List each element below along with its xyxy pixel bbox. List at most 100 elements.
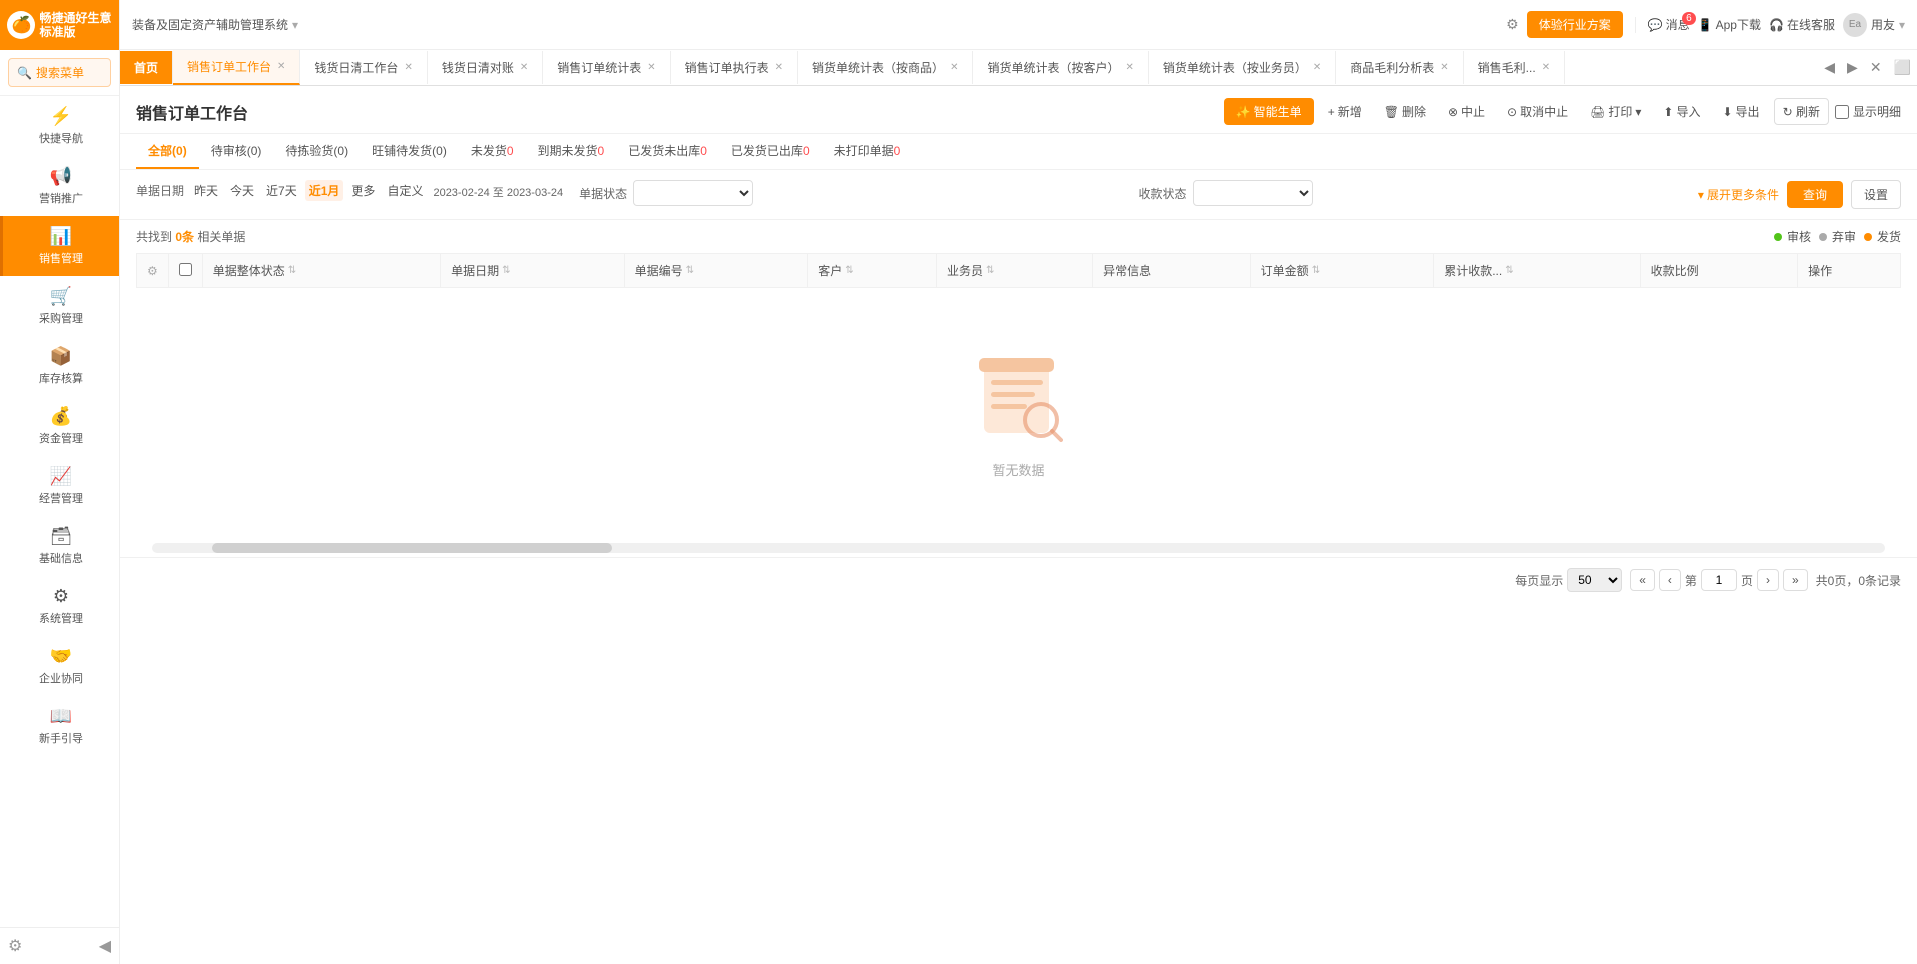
online-service-button[interactable]: 🎧 在线客服 bbox=[1769, 16, 1835, 33]
cancel-review-action-button[interactable]: 弃审 bbox=[1819, 228, 1856, 245]
sidebar-item-finance[interactable]: 💰 资金管理 bbox=[0, 396, 119, 456]
tab-close-icon[interactable]: ✕ bbox=[1313, 62, 1321, 73]
sub-tab-all[interactable]: 全部(0) bbox=[136, 134, 199, 169]
tab-close-icon[interactable]: ✕ bbox=[1542, 62, 1550, 73]
prev-page-button[interactable]: ‹ bbox=[1659, 569, 1681, 591]
tab-sales-stat[interactable]: 销售订单统计表 ✕ bbox=[543, 51, 670, 84]
delete-button[interactable]: 🗑 删除 bbox=[1376, 99, 1434, 124]
filter-expand-btn[interactable]: ▾ 展开更多条件 bbox=[1698, 186, 1779, 203]
next-page-button[interactable]: › bbox=[1757, 569, 1779, 591]
tab-cash-reconcile[interactable]: 钱货日清对账 ✕ bbox=[428, 51, 543, 84]
sidebar-item-quick-nav[interactable]: ⚡ 快捷导航 bbox=[0, 96, 119, 156]
add-button[interactable]: + 新增 bbox=[1320, 99, 1370, 124]
export-button[interactable]: ⬇ 导出 bbox=[1714, 99, 1767, 124]
filter-today-btn[interactable]: 今天 bbox=[226, 180, 258, 201]
tab-close-icon[interactable]: ✕ bbox=[1125, 62, 1133, 73]
search-menu-button[interactable]: 🔍 搜索菜单 bbox=[8, 58, 111, 87]
sidebar-collapse-button[interactable]: ◀ bbox=[99, 936, 111, 956]
sort-cumulative[interactable]: 累计收款... ⇅ bbox=[1444, 262, 1629, 279]
filter-settings-button[interactable]: 设置 bbox=[1851, 180, 1901, 209]
tab-home[interactable]: 首页 bbox=[120, 51, 173, 84]
sort-status[interactable]: 单据整体状态 ⇅ bbox=[213, 262, 430, 279]
sort-date[interactable]: 单据日期 ⇅ bbox=[451, 262, 614, 279]
settings-button[interactable]: ⚙ bbox=[1506, 16, 1519, 33]
sidebar-item-basic-info[interactable]: 🗃 基础信息 bbox=[0, 516, 119, 576]
sidebar-item-guide[interactable]: 📖 新手引导 bbox=[0, 696, 119, 756]
sub-tab-shipped-out[interactable]: 已发货已出库0 bbox=[719, 134, 822, 169]
tab-close-icon[interactable]: ✕ bbox=[1440, 62, 1448, 73]
tab-close-all-button[interactable]: ✕ bbox=[1864, 55, 1888, 80]
table-settings-col[interactable]: ⚙ bbox=[137, 254, 169, 288]
cancel-suspend-button[interactable]: ⊙ 取消中止 bbox=[1499, 99, 1576, 124]
mobile-icon: 📱 bbox=[1698, 18, 1713, 32]
tab-sales-more[interactable]: 销售毛利... ✕ bbox=[1464, 51, 1565, 84]
tab-close-icon[interactable]: ✕ bbox=[775, 62, 783, 73]
sub-tab-overdue-unshipped[interactable]: 到期未发货0 bbox=[526, 134, 617, 169]
refresh-button[interactable]: ↻ 刷新 bbox=[1774, 98, 1829, 125]
tab-close-icon[interactable]: ✕ bbox=[647, 62, 655, 73]
sidebar-item-sales[interactable]: 📊 销售管理 bbox=[0, 216, 119, 276]
horizontal-scroll-track[interactable] bbox=[152, 543, 1885, 553]
first-page-button[interactable]: « bbox=[1630, 569, 1655, 591]
tab-close-icon[interactable]: ✕ bbox=[404, 62, 412, 73]
show-detail-checkbox[interactable] bbox=[1835, 105, 1849, 119]
sub-tab-label: 已发货已出库 bbox=[731, 144, 803, 158]
filter-last7-btn[interactable]: 近7天 bbox=[262, 180, 301, 201]
ship-action-button[interactable]: 发货 bbox=[1864, 228, 1901, 245]
tab-next-button[interactable]: ▶ bbox=[1841, 55, 1864, 80]
result-count-num: 0条 bbox=[175, 230, 194, 244]
sidebar-settings-button[interactable]: ⚙ bbox=[8, 936, 22, 956]
review-action-button[interactable]: 审核 bbox=[1774, 228, 1811, 245]
show-detail-toggle[interactable]: 显示明细 bbox=[1835, 103, 1901, 120]
sub-tab-not-shipped[interactable]: 未发货0 bbox=[459, 134, 526, 169]
import-button[interactable]: ⬆ 导入 bbox=[1655, 99, 1708, 124]
industry-solution-button[interactable]: 体验行业方案 bbox=[1527, 11, 1623, 38]
sidebar-item-system[interactable]: ⚙ 系统管理 bbox=[0, 576, 119, 636]
suspend-button[interactable]: ⊗ 中止 bbox=[1440, 99, 1493, 124]
sub-tab-shipped-not-out[interactable]: 已发货未出库0 bbox=[616, 134, 719, 169]
sidebar-item-enterprise[interactable]: 🤝 企业协同 bbox=[0, 636, 119, 696]
sub-tab-not-printed[interactable]: 未打印单据0 bbox=[822, 134, 913, 169]
tab-sales-by-staff[interactable]: 销货单统计表（按业务员） ✕ bbox=[1149, 51, 1336, 84]
sort-amount[interactable]: 订单金额 ⇅ bbox=[1261, 262, 1424, 279]
filter-collection-select[interactable] bbox=[1193, 180, 1313, 206]
filter-status-select[interactable] bbox=[633, 180, 753, 206]
filter-custom-btn[interactable]: 自定义 bbox=[383, 180, 427, 201]
tab-gross-profit[interactable]: 商品毛利分析表 ✕ bbox=[1336, 51, 1463, 84]
tab-sales-by-customer[interactable]: 销货单统计表（按客户） ✕ bbox=[973, 51, 1148, 84]
sidebar-item-label: 采购管理 bbox=[39, 310, 83, 326]
filter-more-btn[interactable]: 更多 bbox=[347, 180, 379, 201]
tab-prev-button[interactable]: ◀ bbox=[1818, 55, 1841, 80]
tab-sales-exec[interactable]: 销售订单执行表 ✕ bbox=[671, 51, 798, 84]
sort-customer[interactable]: 客户 ⇅ bbox=[818, 262, 926, 279]
last-page-button[interactable]: » bbox=[1783, 569, 1808, 591]
tab-sales-workbench[interactable]: 销售订单工作台 ✕ bbox=[173, 50, 300, 85]
tab-close-icon[interactable]: ✕ bbox=[520, 62, 528, 73]
tab-sales-by-product[interactable]: 销货单统计表（按商品） ✕ bbox=[798, 51, 973, 84]
filter-last1m-btn[interactable]: 近1月 bbox=[305, 180, 344, 201]
query-button[interactable]: 查询 bbox=[1787, 181, 1843, 208]
print-icon: 🖨 bbox=[1590, 105, 1605, 119]
sub-tab-wangpu-pending[interactable]: 旺铺待发货(0) bbox=[360, 134, 459, 169]
sidebar-item-operation[interactable]: 📈 经营管理 bbox=[0, 456, 119, 516]
page-number-input[interactable] bbox=[1701, 569, 1737, 591]
sub-tab-pending-review[interactable]: 待审核(0) bbox=[199, 134, 274, 169]
select-all-checkbox[interactable] bbox=[179, 263, 192, 276]
tab-maximize-button[interactable]: ⬜ bbox=[1888, 55, 1917, 80]
app-download-button[interactable]: 📱 App下载 bbox=[1698, 16, 1761, 33]
tab-close-icon[interactable]: ✕ bbox=[950, 62, 958, 73]
sidebar-item-marketing[interactable]: 📢 营销推广 bbox=[0, 156, 119, 216]
tab-close-icon[interactable]: ✕ bbox=[277, 61, 285, 72]
tab-cash-clear[interactable]: 钱货日清工作台 ✕ bbox=[300, 51, 427, 84]
page-size-select[interactable]: 10 20 50 100 bbox=[1567, 568, 1622, 592]
horizontal-scroll-thumb[interactable] bbox=[212, 543, 612, 553]
sidebar-item-inventory[interactable]: 📦 库存核算 bbox=[0, 336, 119, 396]
sort-number[interactable]: 单据编号 ⇅ bbox=[635, 262, 798, 279]
print-button[interactable]: 🖨 打印 ▾ bbox=[1582, 99, 1649, 124]
sort-salesperson[interactable]: 业务员 ⇅ bbox=[947, 262, 1082, 279]
sub-tab-pending-inspection[interactable]: 待拣验货(0) bbox=[273, 134, 360, 169]
smart-create-button[interactable]: ✨ 智能生单 bbox=[1224, 98, 1314, 125]
filter-yesterday-btn[interactable]: 昨天 bbox=[190, 180, 222, 201]
sidebar-item-purchase[interactable]: 🛒 采购管理 bbox=[0, 276, 119, 336]
logo-icon: 🍊 bbox=[7, 11, 35, 39]
